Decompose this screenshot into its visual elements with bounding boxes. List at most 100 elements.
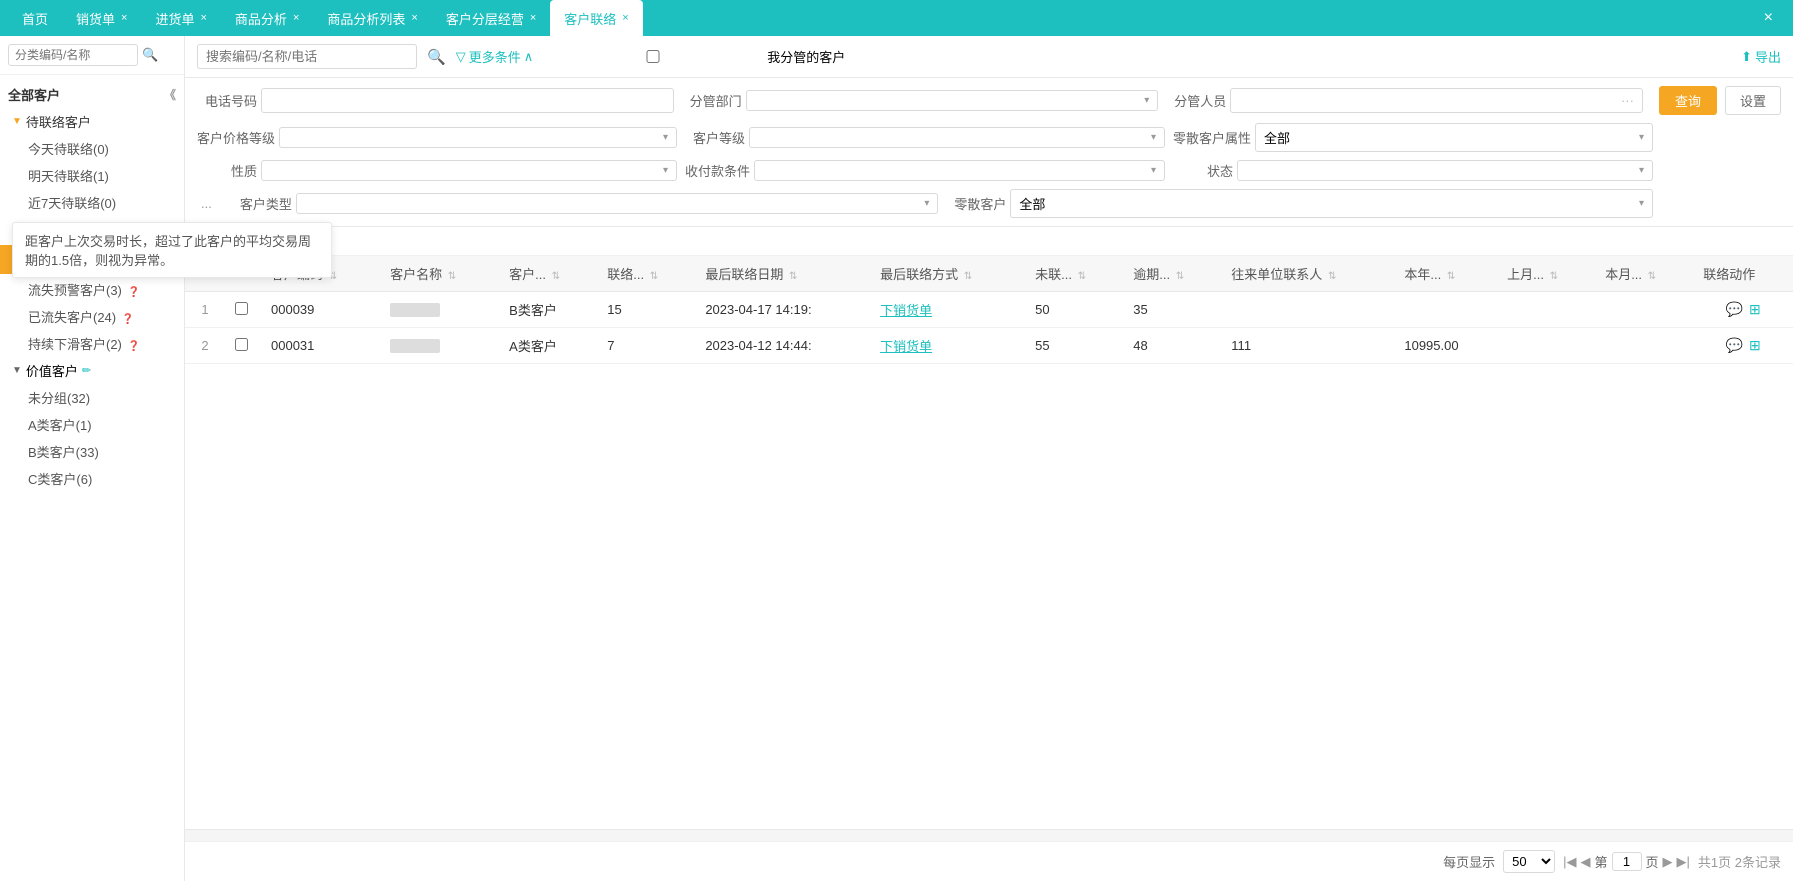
- close-sales-icon[interactable]: ×: [121, 12, 127, 24]
- sort-this-month-icon[interactable]: ⇅: [1648, 271, 1656, 282]
- row-2-checkbox[interactable]: [235, 338, 248, 351]
- filter-status-select[interactable]: ▾: [1237, 160, 1653, 181]
- page-first-btn[interactable]: |◀: [1563, 854, 1576, 870]
- my-customer-checkbox[interactable]: [543, 50, 763, 63]
- sidebar-item-unclassified[interactable]: 未分组(32): [0, 384, 184, 411]
- sort-contacts-icon[interactable]: ⇅: [1328, 271, 1336, 282]
- sidebar-item-today[interactable]: 今天待联络(0): [0, 135, 184, 162]
- nav-customer-contact[interactable]: 客户联络 ×: [550, 0, 642, 36]
- table-bottom-scrollbar[interactable]: [185, 829, 1793, 841]
- row-2-more-icon[interactable]: ⊞: [1749, 337, 1761, 354]
- row-name-2: [380, 328, 499, 364]
- sidebar-item-class-a[interactable]: A类客户(1): [0, 411, 184, 438]
- sidebar-item-class-c[interactable]: C类客户(6): [0, 465, 184, 492]
- row-1-contact-icon[interactable]: 💬: [1726, 301, 1743, 318]
- page-last-btn[interactable]: ▶|: [1677, 854, 1690, 870]
- sidebar-collapse-icon[interactable]: 《: [164, 86, 176, 103]
- row-overdue-2: 48: [1123, 328, 1221, 364]
- value-customer-edit-icon[interactable]: ✏: [82, 364, 91, 377]
- export-btn[interactable]: ⬆ 导出: [1741, 47, 1781, 66]
- filter-cust-type: 客户类型 ▾: [232, 193, 939, 214]
- page-end-label: 页: [1646, 852, 1659, 871]
- customer-name-blur-1: [390, 303, 440, 317]
- filter-cust-level-select[interactable]: ▾: [749, 127, 1165, 148]
- page-prev-btn[interactable]: ◀: [1581, 854, 1591, 870]
- filter-gender-label: 性质: [197, 161, 257, 180]
- nav-sales[interactable]: 销货单 ×: [62, 0, 141, 36]
- sidebar-value-customer-header[interactable]: ▼ 价值客户 ✏: [0, 357, 184, 384]
- more-conditions-btn[interactable]: ▽ 更多条件 ∧: [456, 47, 534, 66]
- filter-gender-select[interactable]: ▾: [261, 160, 677, 181]
- filter-price-level-arrow-icon: ▾: [663, 132, 668, 143]
- page-next-btn[interactable]: ▶: [1663, 854, 1673, 870]
- sidebar-search-input[interactable]: [8, 44, 138, 66]
- close-goods-list-icon[interactable]: ×: [411, 12, 417, 24]
- filter-cust-type-select[interactable]: ▾: [296, 193, 939, 214]
- my-customer-checkbox-area[interactable]: 我分管的客户: [543, 47, 845, 66]
- row-last-way-link-1[interactable]: 下销货单: [880, 303, 932, 318]
- filter-dept-select[interactable]: ▾: [746, 90, 1159, 111]
- filter-retail-customer-select[interactable]: 全部 ▾: [1010, 189, 1653, 218]
- declining-help-icon[interactable]: ❓: [128, 341, 140, 352]
- sidebar-item-7days[interactable]: 近7天待联络(0): [0, 189, 184, 216]
- churned-help-icon[interactable]: ❓: [122, 314, 134, 325]
- row-1-more-icon[interactable]: ⊞: [1749, 301, 1761, 318]
- filter-retail-attr-select[interactable]: 全部 ▾: [1255, 123, 1653, 152]
- sidebar-search-icon[interactable]: 🔍: [142, 47, 158, 63]
- sort-last-way-icon[interactable]: ⇅: [964, 271, 972, 282]
- sort-overdue-icon[interactable]: ⇅: [1176, 271, 1184, 282]
- settings-button[interactable]: 设置: [1725, 86, 1781, 115]
- value-customer-arrow-icon: ▼: [12, 365, 22, 376]
- sidebar-content: 全部客户 《 ▼ 待联络客户 今天待联络(0) 明天待联络(1) 近7天待联络(…: [0, 75, 184, 881]
- sort-this-year-icon[interactable]: ⇅: [1447, 271, 1455, 282]
- close-purchase-icon[interactable]: ×: [200, 12, 206, 24]
- churn-warning-help-icon[interactable]: ❓: [128, 287, 140, 298]
- sort-cust-level-icon[interactable]: ⇅: [552, 271, 560, 282]
- sidebar-item-churn-warning[interactable]: 流失预警客户(3) ❓: [0, 276, 184, 303]
- filter-person-select[interactable]: ···: [1230, 88, 1643, 113]
- close-customer-contact-icon[interactable]: ×: [622, 12, 628, 24]
- nav-goods-analysis[interactable]: 商品分析 ×: [221, 0, 313, 36]
- th-last-month: 上月... ⇅: [1497, 256, 1595, 292]
- filter-retail-attr-value: 全部: [1264, 128, 1290, 147]
- sidebar-item-declining[interactable]: 持续下滑客户(2) ❓: [0, 330, 184, 357]
- nav-purchase[interactable]: 进货单 ×: [141, 0, 220, 36]
- query-button[interactable]: 查询: [1659, 86, 1717, 115]
- close-all-btn[interactable]: ×: [1764, 9, 1785, 27]
- nav-customer-segment[interactable]: 客户分层经营 ×: [432, 0, 550, 36]
- sort-uncontacted-icon[interactable]: ⇅: [1078, 271, 1086, 282]
- close-goods-analysis-icon[interactable]: ×: [293, 12, 299, 24]
- filter-pay-terms-select[interactable]: ▾: [754, 160, 1165, 181]
- filter-dept-arrow-icon: ▾: [1144, 95, 1149, 106]
- page-size-select[interactable]: 50 100 200: [1503, 850, 1555, 873]
- row-last-way-link-2[interactable]: 下销货单: [880, 339, 932, 354]
- current-page-input[interactable]: [1612, 852, 1642, 871]
- nav-home[interactable]: 首页: [8, 0, 62, 36]
- sidebar-all-customers-header[interactable]: 全部客户 《: [0, 81, 184, 108]
- table-row: 2 000031 A类客户 7 2023-04-12 14:44:: [185, 328, 1793, 364]
- nav-goods-analysis-list[interactable]: 商品分析列表 ×: [313, 0, 431, 36]
- filter-phone-input[interactable]: [261, 88, 674, 113]
- filter-price-level-select[interactable]: ▾: [279, 127, 677, 148]
- sort-contact-count-icon[interactable]: ⇅: [650, 271, 658, 282]
- filter-retail-customer: 零散客户 全部 ▾: [946, 189, 1653, 218]
- more-conditions-dots[interactable]: ...: [197, 196, 216, 211]
- table-scroll-area[interactable]: 客户编码 ⇅ 客户名称 ⇅ 客户... ⇅: [185, 256, 1793, 829]
- close-customer-segment-icon[interactable]: ×: [530, 12, 536, 24]
- row-2-contact-icon[interactable]: 💬: [1726, 337, 1743, 354]
- sidebar-item-tomorrow[interactable]: 明天待联络(1): [0, 162, 184, 189]
- search-input[interactable]: [197, 44, 417, 69]
- filter-gender: 性质 ▾: [197, 160, 677, 181]
- sort-last-date-icon[interactable]: ⇅: [789, 271, 797, 282]
- sidebar-item-churned[interactable]: 已流失客户(24) ❓: [0, 303, 184, 330]
- row-1-checkbox[interactable]: [235, 302, 248, 315]
- sort-name-icon[interactable]: ⇅: [448, 271, 456, 282]
- sidebar-wait-contact-section[interactable]: ▼ 待联络客户: [0, 108, 184, 135]
- table-container: ⚙ 客户编码 ⇅ 客户名称: [185, 227, 1793, 881]
- sidebar-item-class-b[interactable]: B类客户(33): [0, 438, 184, 465]
- filter-gender-arrow-icon: ▾: [663, 165, 668, 176]
- row-this-year-1: [1394, 292, 1497, 328]
- sort-last-month-icon[interactable]: ⇅: [1550, 271, 1558, 282]
- search-button-icon[interactable]: 🔍: [427, 48, 446, 66]
- filter-retail-customer-value: 全部: [1019, 194, 1045, 213]
